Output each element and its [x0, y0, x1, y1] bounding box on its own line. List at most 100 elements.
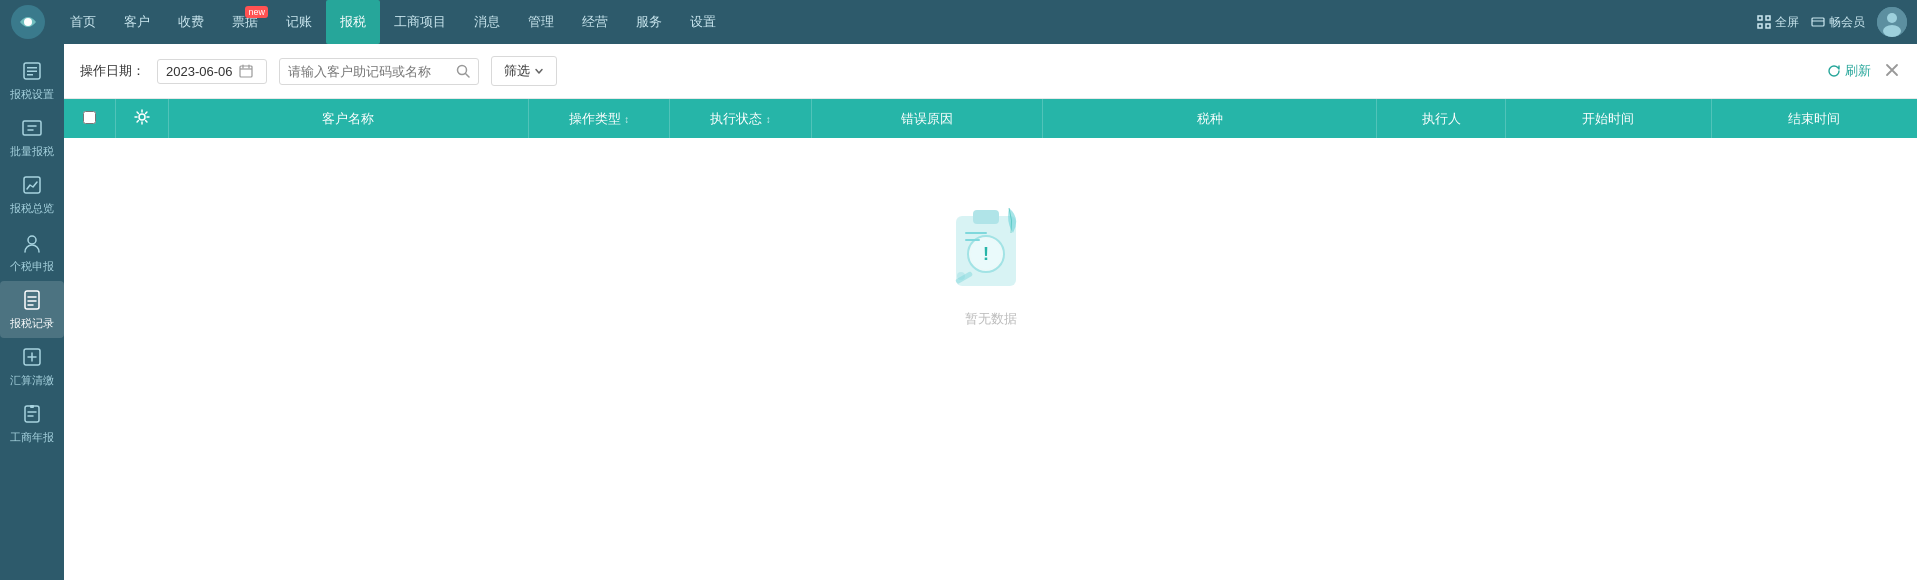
fullscreen-label: 全屏	[1775, 14, 1799, 31]
nav-admin[interactable]: 管理	[514, 0, 568, 44]
sidebar-label-batch-tax: 批量报税	[10, 145, 54, 158]
main-layout: 报税设置 批量报税 报税总览	[0, 44, 1917, 580]
fullscreen-button[interactable]: 全屏	[1757, 14, 1799, 31]
svg-rect-14	[23, 121, 41, 135]
svg-point-1	[24, 18, 32, 26]
close-button[interactable]	[1883, 61, 1901, 82]
nav-operation[interactable]: 经营	[568, 0, 622, 44]
sidebar-item-annual-settlement[interactable]: 汇算清缴	[0, 338, 64, 395]
sidebar-label-tax-overview: 报税总览	[10, 202, 54, 215]
vip-label: 畅会员	[1829, 14, 1865, 31]
filter-button[interactable]: 筛选	[491, 56, 557, 86]
sidebar-item-tax-overview[interactable]: 报税总览	[0, 166, 64, 223]
refresh-label: 刷新	[1845, 62, 1871, 80]
search-box	[279, 58, 479, 85]
nav-service[interactable]: 服务	[622, 0, 676, 44]
sidebar-item-annual-report[interactable]: 工商年报	[0, 395, 64, 452]
content-area: 操作日期： 2023-06-06 筛选	[64, 44, 1917, 580]
svg-rect-6	[1812, 18, 1824, 26]
nav-settings[interactable]: 设置	[676, 0, 730, 44]
col-error-reason: 错误原因	[811, 99, 1042, 138]
tax-overview-icon	[21, 174, 43, 199]
col-start-time: 开始时间	[1505, 99, 1711, 138]
col-client-name: 客户名称	[168, 99, 528, 138]
refresh-button[interactable]: 刷新	[1827, 62, 1871, 80]
sidebar-label-annual-settlement: 汇算清缴	[10, 374, 54, 387]
nav-business[interactable]: 工商项目	[380, 0, 460, 44]
top-nav-right: 全屏 畅会员	[1757, 7, 1907, 37]
annual-settlement-icon	[21, 346, 43, 371]
col-end-time: 结束时间	[1711, 99, 1917, 138]
svg-rect-2	[1758, 16, 1762, 20]
svg-rect-17	[25, 291, 39, 309]
batch-tax-icon	[21, 117, 43, 142]
search-button[interactable]	[448, 59, 478, 83]
sidebar: 报税设置 批量报税 报税总览	[0, 44, 64, 580]
empty-state: !	[64, 138, 1917, 388]
svg-rect-25	[973, 210, 999, 224]
svg-rect-11	[27, 67, 37, 69]
close-icon	[1883, 61, 1901, 79]
sidebar-item-tax-record[interactable]: 报税记录	[0, 281, 64, 338]
svg-rect-20	[30, 405, 34, 408]
toolbar-right: 刷新	[1827, 61, 1901, 82]
svg-rect-15	[24, 177, 40, 193]
filter-label: 筛选	[504, 62, 530, 80]
sidebar-item-tax-settings[interactable]: 报税设置	[0, 52, 64, 109]
col-checkbox	[64, 99, 115, 138]
logo[interactable]	[10, 4, 46, 40]
annual-report-icon	[21, 403, 43, 428]
svg-rect-5	[1766, 24, 1770, 28]
col-op-type[interactable]: 操作类型	[528, 99, 669, 138]
nav-menu: 首页 客户 收费 票据 new 记账 报税 工商项目 消息 管理 经营 服务 设…	[56, 0, 1757, 44]
vip-button[interactable]: 畅会员	[1811, 14, 1865, 31]
search-icon	[456, 64, 470, 78]
tax-record-icon	[21, 289, 43, 314]
empty-icon: !	[941, 198, 1041, 298]
empty-text: 暂无数据	[965, 310, 1017, 328]
sidebar-label-individual-tax: 个税申报	[10, 260, 54, 273]
top-navigation: 首页 客户 收费 票据 new 记账 报税 工商项目 消息 管理 经营 服务 设…	[0, 0, 1917, 44]
svg-point-9	[1883, 25, 1901, 37]
nav-message[interactable]: 消息	[460, 0, 514, 44]
sidebar-label-annual-report: 工商年报	[10, 431, 54, 444]
select-all-checkbox[interactable]	[83, 111, 96, 124]
svg-rect-19	[25, 406, 39, 422]
sidebar-label-tax-settings: 报税设置	[10, 88, 54, 101]
search-input[interactable]	[280, 59, 448, 84]
data-table: 客户名称 操作类型 执行状态 错误原因 税种	[64, 99, 1917, 388]
gear-icon[interactable]	[134, 109, 150, 125]
nav-fee[interactable]: 收费	[164, 0, 218, 44]
svg-rect-21	[240, 66, 252, 77]
individual-tax-icon	[21, 232, 43, 257]
nav-home[interactable]: 首页	[56, 0, 110, 44]
svg-point-16	[28, 236, 36, 244]
col-gear	[115, 99, 168, 138]
col-executor: 执行人	[1377, 99, 1506, 138]
nav-invoice[interactable]: 票据 new	[218, 0, 272, 44]
svg-text:!: !	[983, 244, 989, 264]
col-exec-status[interactable]: 执行状态	[670, 99, 811, 138]
sidebar-label-tax-record: 报税记录	[10, 317, 54, 330]
svg-rect-12	[27, 71, 37, 73]
nav-tax[interactable]: 报税	[326, 0, 380, 44]
date-value: 2023-06-06	[166, 64, 233, 79]
chevron-down-icon	[534, 66, 544, 76]
tax-settings-icon	[21, 60, 43, 85]
sidebar-item-batch-tax[interactable]: 批量报税	[0, 109, 64, 166]
nav-client[interactable]: 客户	[110, 0, 164, 44]
date-picker[interactable]: 2023-06-06	[157, 59, 267, 84]
svg-rect-4	[1758, 24, 1762, 28]
nav-bookkeeping[interactable]: 记账	[272, 0, 326, 44]
col-tax-type: 税种	[1043, 99, 1377, 138]
svg-rect-13	[27, 74, 33, 76]
avatar[interactable]	[1877, 7, 1907, 37]
date-label: 操作日期：	[80, 62, 145, 80]
svg-point-23	[139, 114, 145, 120]
toolbar: 操作日期： 2023-06-06 筛选	[64, 44, 1917, 99]
refresh-icon	[1827, 64, 1841, 78]
table-container: 客户名称 操作类型 执行状态 错误原因 税种	[64, 99, 1917, 580]
new-badge: new	[245, 6, 268, 18]
calendar-icon	[239, 64, 253, 78]
sidebar-item-individual-tax[interactable]: 个税申报	[0, 224, 64, 281]
